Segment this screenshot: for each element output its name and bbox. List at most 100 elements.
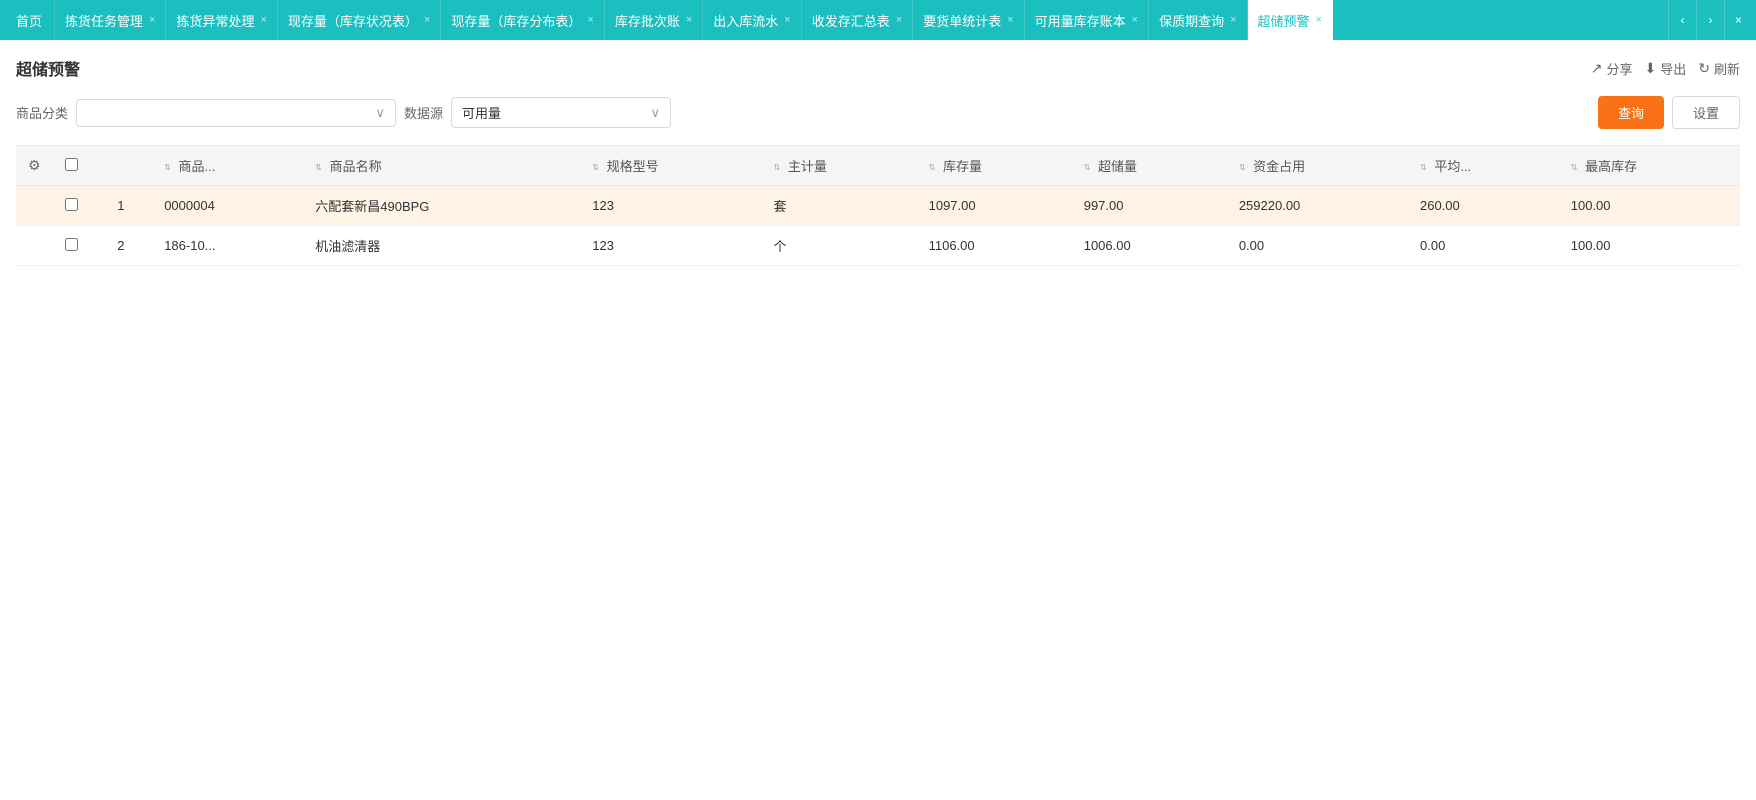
- close-icon[interactable]: ×: [1132, 14, 1138, 26]
- category-filter: 商品分类 ∨: [16, 99, 396, 127]
- query-button[interactable]: 查询: [1598, 96, 1664, 129]
- row-stock: 1097.00: [917, 186, 1072, 226]
- row-number: 2: [90, 226, 153, 266]
- filter-row: 商品分类 ∨ 数据源 可用量 ∨ 查询 设置: [16, 96, 1740, 129]
- page-title: 超储预警: [16, 56, 80, 80]
- nav-arrows: ‹ › ×: [1668, 0, 1752, 40]
- row-settings-cell: [16, 226, 53, 266]
- gear-icon[interactable]: ⚙: [28, 157, 41, 173]
- row-maxstock: 100.00: [1559, 226, 1740, 266]
- table-body: 1 0000004 六配套新昌490BPG 123 套 1097.00 997.…: [16, 186, 1740, 266]
- row-capital: 0.00: [1227, 226, 1408, 266]
- sort-icon: ⇅: [1239, 164, 1246, 172]
- share-icon: ↗: [1591, 60, 1603, 77]
- nav-item-chaochuyujing[interactable]: 超储预警 ×: [1248, 0, 1333, 40]
- refresh-action[interactable]: ↻ 刷新: [1698, 59, 1740, 78]
- table-row: 1 0000004 六配套新昌490BPG 123 套 1097.00 997.…: [16, 186, 1740, 226]
- row-name: 机油滤清器: [303, 226, 580, 266]
- row-unit: 套: [762, 186, 917, 226]
- col-header-code[interactable]: ⇅ 商品...: [152, 146, 303, 186]
- filter-buttons: 查询 设置: [1598, 96, 1740, 129]
- close-icon[interactable]: ×: [896, 14, 902, 26]
- nav-next-button[interactable]: ›: [1696, 0, 1724, 40]
- close-icon[interactable]: ×: [686, 14, 692, 26]
- category-select[interactable]: ∨: [76, 99, 396, 127]
- close-icon[interactable]: ×: [1007, 14, 1013, 26]
- row-capital: 259220.00: [1227, 186, 1408, 226]
- row-code: 0000004: [152, 186, 303, 226]
- row-checkbox-cell: [53, 226, 90, 266]
- nav-item-keyongliang[interactable]: 可用量库存账本 ×: [1025, 0, 1149, 40]
- nav-home[interactable]: 首页: [4, 0, 55, 40]
- close-icon[interactable]: ×: [587, 14, 593, 26]
- sort-icon: ⇅: [315, 164, 322, 172]
- row-code: 186-10...: [152, 226, 303, 266]
- sort-icon: ⇅: [164, 164, 171, 172]
- nav-item-kucunpici[interactable]: 库存批次账 ×: [605, 0, 703, 40]
- table-row: 2 186-10... 机油滤清器 123 个 1106.00 1006.00 …: [16, 226, 1740, 266]
- row-number: 1: [90, 186, 153, 226]
- row-checkbox-cell: [53, 186, 90, 226]
- nav-item-shoufacunhuizong[interactable]: 收发存汇总表 ×: [802, 0, 913, 40]
- sort-icon: ⇅: [929, 164, 936, 172]
- row-checkbox[interactable]: [65, 238, 78, 251]
- col-header-unit[interactable]: ⇅ 主计量: [762, 146, 917, 186]
- col-header-avg[interactable]: ⇅ 平均...: [1408, 146, 1559, 186]
- datasource-label: 数据源: [404, 103, 443, 122]
- select-all-checkbox[interactable]: [65, 158, 78, 171]
- row-spec: 123: [580, 226, 761, 266]
- datasource-select[interactable]: 可用量 ∨: [451, 97, 671, 128]
- close-icon[interactable]: ×: [784, 14, 790, 26]
- row-checkbox[interactable]: [65, 198, 78, 211]
- category-label: 商品分类: [16, 103, 68, 122]
- row-overstock: 1006.00: [1072, 226, 1227, 266]
- col-header-name[interactable]: ⇅ 商品名称: [303, 146, 580, 186]
- row-avg: 0.00: [1408, 226, 1559, 266]
- sort-icon: ⇅: [592, 164, 599, 172]
- datasource-filter: 数据源 可用量 ∨: [404, 97, 671, 128]
- page-actions: ↗ 分享 ⬇ 导出 ↻ 刷新: [1591, 59, 1740, 78]
- export-icon: ⬇: [1645, 60, 1657, 77]
- col-header-capital[interactable]: ⇅ 资金占用: [1227, 146, 1408, 186]
- row-avg: 260.00: [1408, 186, 1559, 226]
- row-name: 六配套新昌490BPG: [303, 186, 580, 226]
- share-action[interactable]: ↗ 分享: [1591, 59, 1633, 78]
- col-header-maxstock[interactable]: ⇅ 最高库存: [1559, 146, 1740, 186]
- nav-item-jianhuorenwuguanli[interactable]: 拣货任务管理 ×: [55, 0, 166, 40]
- row-unit: 个: [762, 226, 917, 266]
- table-checkbox-header: [53, 146, 90, 186]
- refresh-icon: ↻: [1698, 60, 1710, 77]
- nav-prev-button[interactable]: ‹: [1668, 0, 1696, 40]
- row-settings-cell: [16, 186, 53, 226]
- datasource-value: 可用量: [462, 103, 650, 122]
- close-icon[interactable]: ×: [260, 14, 266, 26]
- close-icon[interactable]: ×: [424, 14, 430, 26]
- row-maxstock: 100.00: [1559, 186, 1740, 226]
- sort-icon: ⇅: [1420, 164, 1427, 172]
- nav-close-button[interactable]: ×: [1724, 0, 1752, 40]
- close-icon[interactable]: ×: [1316, 14, 1322, 26]
- row-spec: 123: [580, 186, 761, 226]
- table-settings-header: ⚙: [16, 146, 53, 186]
- export-action[interactable]: ⬇ 导出: [1645, 59, 1687, 78]
- table-header-row: ⚙ ⇅ 商品... ⇅ 商品名称 ⇅ 规格型号: [16, 146, 1740, 186]
- nav-item-xiancunliang-kuanzhuang[interactable]: 现存量（库存状况表） ×: [278, 0, 441, 40]
- close-icon[interactable]: ×: [1230, 14, 1236, 26]
- nav-item-xiancunliang-fenbiao[interactable]: 现存量（库存分布表） ×: [441, 0, 604, 40]
- row-overstock: 997.00: [1072, 186, 1227, 226]
- nav-item-jianhuo-yichang[interactable]: 拣货异常处理 ×: [166, 0, 277, 40]
- sort-icon: ⇅: [1571, 164, 1578, 172]
- col-header-num: [90, 146, 153, 186]
- nav-item-baozhi[interactable]: 保质期查询 ×: [1149, 0, 1247, 40]
- settings-button[interactable]: 设置: [1672, 96, 1740, 129]
- chevron-down-icon: ∨: [651, 105, 661, 121]
- sort-icon: ⇅: [774, 164, 781, 172]
- top-navigation: 首页 拣货任务管理 × 拣货异常处理 × 现存量（库存状况表） × 现存量（库存…: [0, 0, 1756, 40]
- col-header-overstock[interactable]: ⇅ 超储量: [1072, 146, 1227, 186]
- data-table: ⚙ ⇅ 商品... ⇅ 商品名称 ⇅ 规格型号: [16, 145, 1740, 266]
- close-icon[interactable]: ×: [149, 14, 155, 26]
- col-header-stock[interactable]: ⇅ 库存量: [917, 146, 1072, 186]
- nav-item-churukuliushui[interactable]: 出入库流水 ×: [703, 0, 801, 40]
- nav-item-yaohuo[interactable]: 要货单统计表 ×: [913, 0, 1024, 40]
- col-header-spec[interactable]: ⇅ 规格型号: [580, 146, 761, 186]
